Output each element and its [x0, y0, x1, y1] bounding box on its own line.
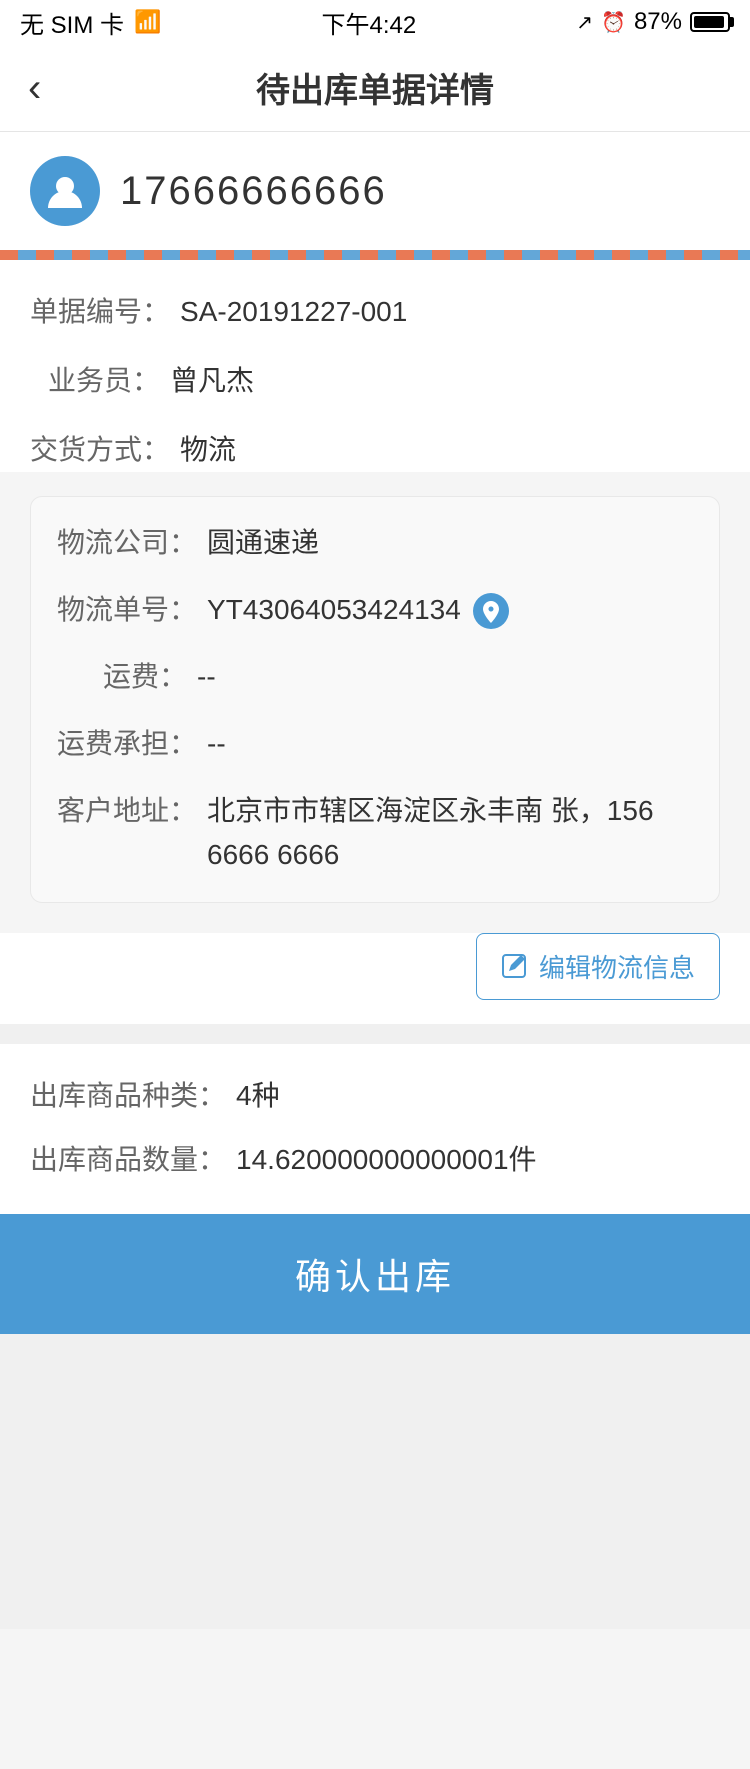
logistics-address-row: 客户地址： 北京市市辖区海淀区永丰南 张，156 6666 6666 [57, 789, 693, 879]
logistics-tracking-value: YT43064053424134 [207, 588, 693, 633]
battery-icon [690, 12, 730, 32]
status-bar: 无 SIM 卡 📶 下午4:42 ↗ ⏰ 87% [0, 0, 750, 44]
logistics-freight-label: 运费： [57, 655, 197, 700]
edit-logistics-button[interactable]: 编辑物流信息 [476, 933, 720, 1000]
goods-quantity-value: 14.620000000000001件 [236, 1138, 537, 1178]
logistics-freight-bearer-value: -- [207, 722, 693, 767]
delivery-method-value: 物流 [180, 428, 720, 473]
goods-type-label: 出库商品种类： [30, 1074, 236, 1114]
gray-divider-1 [0, 1024, 750, 1044]
nav-bar: ‹ 待出库单据详情 [0, 44, 750, 132]
body-padding [0, 1629, 750, 1769]
logistics-address-label: 客户地址： [57, 789, 207, 834]
logistics-company-row: 物流公司： 圆通速递 [57, 521, 693, 566]
logistics-freight-row: 运费： -- [57, 655, 693, 700]
salesperson-row: 业务员： 曾凡杰 [30, 359, 720, 404]
logistics-company-label: 物流公司： [57, 521, 207, 566]
customer-phone: 17666666666 [120, 169, 387, 214]
status-right: ↗ ⏰ 87% [576, 8, 730, 36]
user-icon [44, 170, 86, 212]
goods-quantity-row: 出库商品数量： 14.620000000000001件 [30, 1138, 720, 1178]
logistics-freight-bearer-label: 运费承担： [57, 722, 207, 767]
logistics-freight-value: -- [197, 655, 693, 700]
battery-percent: 87% [634, 8, 682, 36]
location-icon[interactable] [473, 593, 509, 629]
time-label: 下午4:42 [321, 5, 416, 40]
goods-type-row: 出库商品种类： 4种 [30, 1074, 720, 1114]
doc-number-row: 单据编号： SA-20191227-001 [30, 290, 720, 335]
goods-section: 出库商品种类： 4种 出库商品数量： 14.620000000000001件 [0, 1044, 750, 1232]
location-icon: ↗ [576, 10, 593, 35]
salesperson-value: 曾凡杰 [170, 359, 720, 404]
customer-section: 17666666666 [0, 132, 750, 250]
edit-logistics-section: 编辑物流信息 [0, 933, 750, 1024]
page-title: 待出库单据详情 [256, 63, 494, 112]
edit-icon [501, 953, 529, 981]
edit-logistics-label: 编辑物流信息 [539, 948, 695, 985]
alarm-icon: ⏰ [601, 10, 626, 35]
logistics-card: 物流公司： 圆通速递 物流单号： YT43064053424134 运费： --… [30, 496, 720, 903]
carrier-label: 无 SIM 卡 [20, 5, 124, 40]
logistics-tracking-label: 物流单号： [57, 588, 207, 633]
stripe-separator [0, 250, 750, 260]
doc-number-value: SA-20191227-001 [180, 290, 720, 335]
goods-type-value: 4种 [236, 1074, 280, 1114]
gray-divider-2 [0, 1329, 750, 1629]
delivery-method-label: 交货方式： [30, 428, 180, 473]
confirm-outbound-button[interactable]: 确认出库 [0, 1214, 750, 1334]
logistics-company-value: 圆通速递 [207, 521, 693, 566]
back-button[interactable]: ‹ [28, 68, 41, 108]
avatar [30, 156, 100, 226]
basic-info-section: 单据编号： SA-20191227-001 业务员： 曾凡杰 交货方式： 物流 [0, 260, 750, 472]
wifi-icon: 📶 [134, 9, 161, 35]
logistics-address-value: 北京市市辖区海淀区永丰南 张，156 6666 6666 [207, 789, 693, 879]
status-left: 无 SIM 卡 📶 [20, 5, 161, 40]
confirm-outbound-label: 确认出库 [295, 1248, 455, 1300]
doc-number-label: 单据编号： [30, 290, 180, 335]
delivery-method-row: 交货方式： 物流 [30, 428, 720, 473]
logistics-freight-bearer-row: 运费承担： -- [57, 722, 693, 767]
goods-quantity-label: 出库商品数量： [30, 1138, 236, 1178]
salesperson-label: 业务员： [30, 359, 170, 404]
logistics-tracking-row: 物流单号： YT43064053424134 [57, 588, 693, 633]
